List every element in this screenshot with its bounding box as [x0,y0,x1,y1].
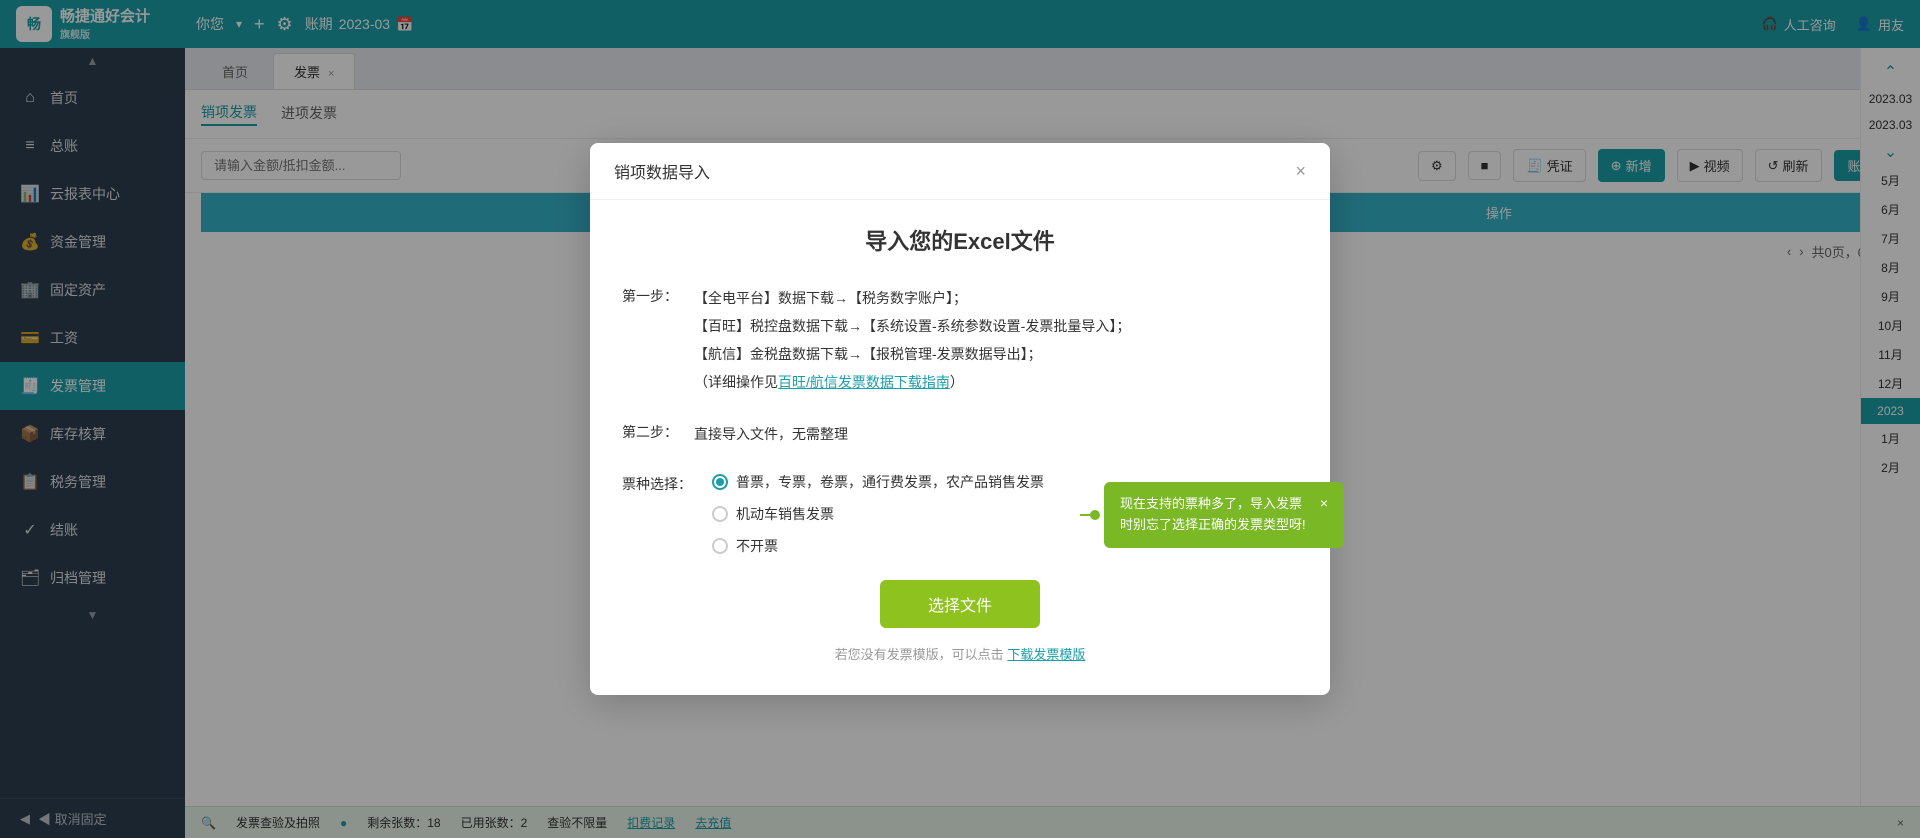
step1-hint: （详细操作见百旺/航信发票数据下载指南） [694,368,1130,396]
hint-link[interactable]: 百旺/航信发票数据下载指南 [778,374,950,390]
footer-prefix: 若您没有发票模版，可以点击 [835,647,1004,662]
step1-line1: 【全电平台】数据下载→【税务数字账户】； [694,284,1130,312]
radio-general[interactable]: 普票，专票，卷票，通行费发票，农产品销售发票 [712,472,1044,492]
radio-vehicle[interactable]: 机动车销售发票 [712,504,1044,524]
step2-content: 直接导入文件，无需整理 [694,420,848,448]
step1-label: 第一步： [622,286,678,396]
radio-general-circle [712,474,728,490]
radio-vehicle-circle [712,506,728,522]
tooltip-container: × 现在支持的票种多了，导入发票时别忘了选择正确的发票类型呀! [1080,482,1344,548]
hint-prefix: （详细操作见 [694,374,778,390]
download-template-link[interactable]: 下载发票模版 [1007,647,1085,662]
select-file-btn[interactable]: 选择文件 [880,580,1040,628]
tooltip-bubble: × 现在支持的票种多了，导入发票时别忘了选择正确的发票类型呀! [1104,482,1344,548]
step1: 第一步： 【全电平台】数据下载→【税务数字账户】； 【百旺】税控盘数据下载→【系… [622,284,1298,396]
invoice-type-label: 票种选择： [622,474,692,556]
import-modal: 销项数据导入 × 导入您的Excel文件 第一步： 【全电平台】数据下载→【税务… [590,143,1330,695]
modal-footer: 若您没有发票模版，可以点击 下载发票模版 [622,644,1298,663]
modal-header: 销项数据导入 × [590,143,1330,200]
tooltip-text: 现在支持的票种多了，导入发票时别忘了选择正确的发票类型呀! [1120,496,1306,532]
radio-none-label: 不开票 [736,536,778,556]
tooltip-close-btn[interactable]: × [1320,492,1328,514]
step2-label: 第二步： [622,422,678,448]
step1-line2: 【百旺】税控盘数据下载→【系统设置-系统参数设置-发票批量导入】； [694,312,1130,340]
step2: 第二步： 直接导入文件，无需整理 [622,420,1298,448]
modal-body: 导入您的Excel文件 第一步： 【全电平台】数据下载→【税务数字账户】； 【百… [590,200,1330,695]
modal-main-title: 导入您的Excel文件 [622,224,1298,256]
radio-group: 普票，专票，卷票，通行费发票，农产品销售发票 机动车销售发票 不开票 × [712,472,1044,556]
radio-vehicle-label: 机动车销售发票 [736,504,834,524]
modal-close-btn[interactable]: × [1295,161,1306,182]
hint-suffix: ） [950,374,964,390]
step1-line3: 【航信】金税盘数据下载→【报税管理-发票数据导出】； [694,340,1130,368]
radio-general-label: 普票，专票，卷票，通行费发票，农产品销售发票 [736,472,1044,492]
modal-title: 销项数据导入 [614,159,710,183]
radio-none-circle [712,538,728,554]
step1-content: 【全电平台】数据下载→【税务数字账户】； 【百旺】税控盘数据下载→【系统设置-系… [694,284,1130,396]
invoice-type-section: 票种选择： 普票，专票，卷票，通行费发票，农产品销售发票 机动车销售发票 不开票 [622,472,1298,556]
radio-none[interactable]: 不开票 [712,536,1044,556]
